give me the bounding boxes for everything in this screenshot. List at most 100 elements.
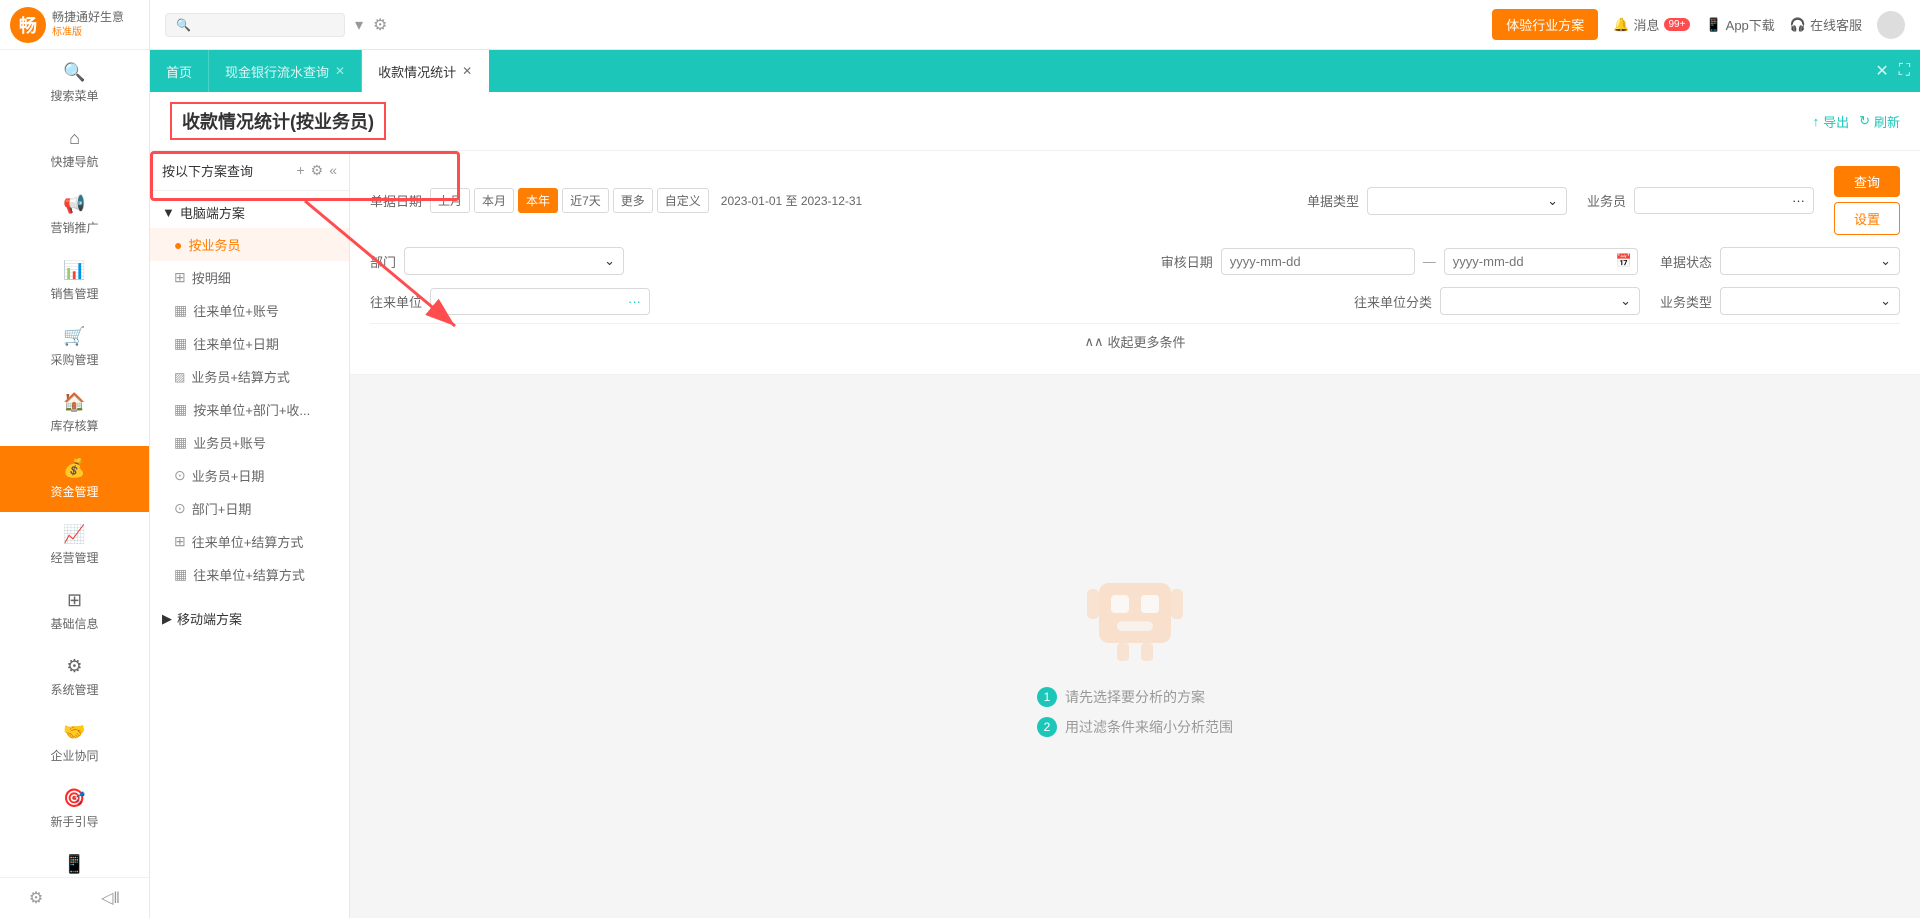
top-bar-left: 🔍 ▾ ⚙ <box>165 13 387 37</box>
notification-label: 消息 <box>1633 15 1659 34</box>
sidebar-item-label: 系统管理 <box>50 681 98 698</box>
app-download-action[interactable]: 📱 App下载 <box>1705 15 1774 34</box>
sidebar-item-search[interactable]: 🔍 搜索菜单 <box>0 50 149 116</box>
sidebar-item-label: 资金管理 <box>50 483 98 500</box>
sidebar-item-sales[interactable]: 📊 销售管理 <box>0 248 149 314</box>
partner-filter: 往来单位 ··· <box>370 288 650 315</box>
settings-button[interactable]: 设置 <box>1834 202 1900 235</box>
scheme-partner-settlement2[interactable]: ▦ 往来单位+结算方式 <box>150 558 349 591</box>
close-window-icon[interactable]: ✕ <box>1875 61 1888 81</box>
sidebar-item-quicknav[interactable]: ⌂ 快捷导航 <box>0 116 149 182</box>
dept-filter: 部门 ⌄ <box>370 247 624 275</box>
date-option-this-month[interactable]: 本月 <box>474 188 514 213</box>
sidebar: 畅 畅捷通好生意 标准版 🔍 搜索菜单 ⌂ 快捷导航 📢 营销推广 📊 销售管理 <box>0 0 150 918</box>
desktop-group-title[interactable]: ▼ 电脑端方案 <box>150 197 349 228</box>
date-option-custom[interactable]: 自定义 <box>657 188 709 213</box>
scheme-dept-date[interactable]: ⊙ 部门+日期 <box>150 492 349 525</box>
scheme-partner-date[interactable]: ▦ 往来单位+日期 <box>150 327 349 360</box>
mobile-group-title[interactable]: ▶ 移动端方案 <box>150 603 349 634</box>
sidebar-item-enterprise[interactable]: 🤝 企业协同 <box>0 710 149 776</box>
date-option-last-month[interactable]: 上月 <box>430 188 470 213</box>
scheme-partner-settlement1[interactable]: ⊞ 往来单位+结算方式 <box>150 525 349 558</box>
add-scheme-icon[interactable]: + <box>296 162 304 179</box>
scheme-salesperson-settlement[interactable]: ▨ 业务员+结算方式 <box>150 360 349 393</box>
salesperson-label: 业务员 <box>1587 191 1626 210</box>
trial-button[interactable]: 体验行业方案 <box>1492 9 1598 40</box>
scheme-salesperson-date[interactable]: ⊙ 业务员+日期 <box>150 459 349 492</box>
scheme-by-partner-dept[interactable]: ▦ 按来单位+部门+收... <box>150 393 349 426</box>
salesperson-more-icon: ··· <box>1792 193 1805 208</box>
tab-receipt-stat-label: 收款情况统计 <box>378 62 456 81</box>
notification-action[interactable]: 🔔 消息 99+ <box>1613 15 1690 34</box>
page-actions: ↑ 导出 ↻ 刷新 <box>1813 112 1900 131</box>
date-option-this-year[interactable]: 本年 <box>518 188 558 213</box>
filter-area: 单据日期 上月 本月 本年 近7天 更多 自定义 2023-01-01 至 20… <box>350 151 1920 375</box>
collapse-sidebar-icon[interactable]: ◁‖ <box>101 888 120 908</box>
date-range-display: 2023-01-01 至 2023-12-31 <box>721 192 862 209</box>
audit-date-to[interactable] <box>1444 248 1638 275</box>
sidebar-item-system[interactable]: ⚙ 系统管理 <box>0 644 149 710</box>
sidebar-item-hardware[interactable]: 📱 智能硬件 <box>0 842 149 877</box>
finance-icon: 💰 <box>63 458 85 479</box>
salesperson-settlement-icon: ▨ <box>174 370 185 384</box>
date-option-more[interactable]: 更多 <box>613 188 653 213</box>
scheme-label: 业务员+日期 <box>192 466 265 485</box>
biz-type-label: 业务类型 <box>1660 292 1712 311</box>
settings-bottom-icon[interactable]: ⚙ <box>29 888 43 908</box>
export-button[interactable]: ↑ 导出 <box>1813 112 1850 131</box>
sidebar-item-marketing[interactable]: 📢 营销推广 <box>0 182 149 248</box>
search-dropdown-icon[interactable]: ▾ <box>355 15 363 35</box>
biz-type-arrow: ⌄ <box>1880 293 1891 309</box>
step-num-1: 1 <box>1037 687 1057 707</box>
sales-icon: 📊 <box>63 260 85 281</box>
partner-more-btn[interactable]: ··· <box>628 294 641 309</box>
date-option-7days[interactable]: 近7天 <box>562 188 609 213</box>
sidebar-item-purchase[interactable]: 🛒 采购管理 <box>0 314 149 380</box>
refresh-label: 刷新 <box>1874 112 1900 131</box>
calendar-icon-from[interactable]: 📅 <box>1616 253 1632 269</box>
top-search-box[interactable]: 🔍 <box>165 13 345 37</box>
tab-receipt-stat[interactable]: 收款情况统计 ✕ <box>362 50 489 92</box>
query-button[interactable]: 查询 <box>1834 166 1900 197</box>
scheme-partner-account[interactable]: ▦ 往来单位+账号 <box>150 294 349 327</box>
doc-status-select[interactable]: ⌄ <box>1720 247 1900 275</box>
tab-bank-flow-close[interactable]: ✕ <box>335 64 345 78</box>
salesperson-select[interactable]: ··· <box>1634 187 1814 214</box>
partner-select[interactable]: ··· <box>430 288 650 315</box>
scheme-label: 往来单位+账号 <box>193 301 279 320</box>
biz-type-select[interactable]: ⌄ <box>1720 287 1900 315</box>
sidebar-item-basic[interactable]: ⊞ 基础信息 <box>0 578 149 644</box>
maximize-icon[interactable]: ⛶ <box>1899 62 1910 80</box>
chevron-right-icon: ▶ <box>162 611 172 627</box>
partner-label: 往来单位 <box>370 292 422 311</box>
dept-label: 部门 <box>370 252 396 271</box>
collapse-panel-icon[interactable]: « <box>329 162 337 179</box>
tab-receipt-stat-close[interactable]: ✕ <box>462 64 472 78</box>
right-panel: 单据日期 上月 本月 本年 近7天 更多 自定义 2023-01-01 至 20… <box>350 151 1920 918</box>
chevron-down-icon: ▼ <box>162 205 175 220</box>
tab-bank-flow[interactable]: 现金银行流水查询 ✕ <box>209 50 362 92</box>
download-icon: 📱 <box>1705 17 1721 33</box>
online-service-action[interactable]: 🎧 在线客服 <box>1790 15 1862 34</box>
dept-select[interactable]: ⌄ <box>404 247 624 275</box>
sidebar-item-guide[interactable]: 🎯 新手引导 <box>0 776 149 842</box>
sidebar-item-label: 搜索菜单 <box>50 87 98 104</box>
refresh-button[interactable]: ↻ 刷新 <box>1859 112 1900 131</box>
doc-type-select[interactable]: ⌄ <box>1367 187 1567 215</box>
scheme-settings-icon[interactable]: ⚙ <box>311 162 324 179</box>
sidebar-item-finance[interactable]: 💰 资金管理 <box>0 446 149 512</box>
sidebar-item-operation[interactable]: 📈 经营管理 <box>0 512 149 578</box>
audit-date-from[interactable] <box>1221 248 1415 275</box>
scheme-by-salesperson[interactable]: ● 按业务员 <box>150 228 349 261</box>
basic-icon: ⊞ <box>67 590 82 611</box>
sidebar-item-label: 快捷导航 <box>50 153 98 170</box>
sidebar-item-inventory[interactable]: 🏠 库存核算 <box>0 380 149 446</box>
scheme-salesperson-account[interactable]: ▦ 业务员+账号 <box>150 426 349 459</box>
settings-icon[interactable]: ⚙ <box>373 15 387 35</box>
collapse-filter-btn[interactable]: ∧∧ 收起更多条件 <box>1084 332 1185 351</box>
user-avatar[interactable] <box>1877 11 1905 39</box>
scheme-label: 往来单位+结算方式 <box>193 565 305 584</box>
scheme-by-detail[interactable]: ⊞ 按明细 <box>150 261 349 294</box>
tab-home[interactable]: 首页 <box>150 50 209 92</box>
partner-category-select[interactable]: ⌄ <box>1440 287 1640 315</box>
